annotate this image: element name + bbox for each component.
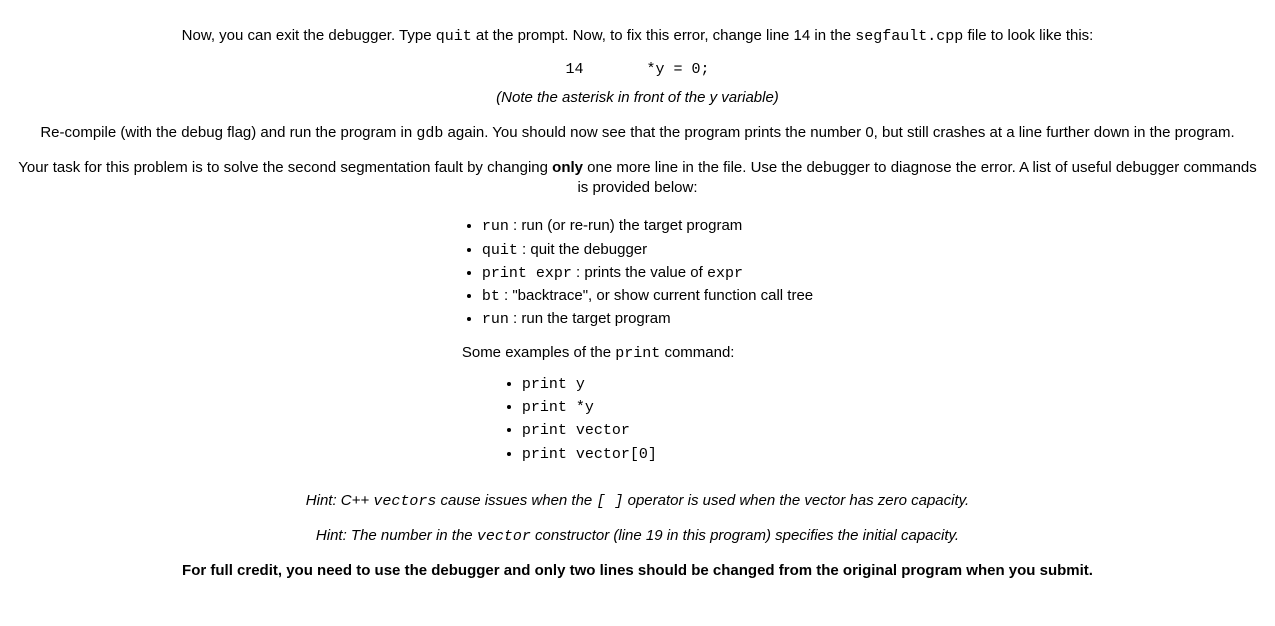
examples-caption: Some examples of the print command:	[462, 343, 813, 364]
text: constructor (line 19 in this program) sp…	[531, 527, 959, 544]
intro-paragraph: Now, you can exit the debugger. Type qui…	[16, 26, 1259, 47]
cmd-code-expr: expr	[707, 265, 743, 282]
list-item: quit : quit the debugger	[482, 240, 813, 261]
code-vectors: vectors	[373, 493, 436, 510]
list-item: bt : "backtrace", or show current functi…	[482, 286, 813, 307]
credit-requirement: For full credit, you need to use the deb…	[16, 561, 1259, 581]
text: Some examples of the	[462, 344, 615, 361]
text: command:	[660, 344, 734, 361]
cmd-code: print expr	[482, 265, 572, 282]
example-code: print vector[0]	[522, 446, 657, 463]
hint-2: Hint: The number in the vector construct…	[16, 526, 1259, 547]
text: operator is used when the vector has zer…	[623, 492, 969, 509]
recompile-paragraph: Re-compile (with the debug flag) and run…	[16, 123, 1259, 144]
task-paragraph: Your task for this problem is to solve t…	[16, 158, 1259, 199]
list-item: run : run the target program	[482, 309, 813, 330]
code-print: print	[615, 345, 660, 362]
code-vector: vector	[477, 528, 531, 545]
commands-list-wrap: run : run (or re-run) the target program…	[462, 214, 813, 477]
text: at the prompt. Now, to fix this error, c…	[472, 27, 856, 44]
cmd-desc: : "backtrace", or show current function …	[500, 287, 813, 304]
example-code: print *y	[522, 399, 594, 416]
example-code: print vector	[522, 422, 630, 439]
examples-list: print y print *y print vector print vect…	[502, 374, 657, 465]
text: cause issues when the	[436, 492, 596, 509]
text: Now, you can exit the debugger. Type	[182, 27, 436, 44]
cmd-code: bt	[482, 288, 500, 305]
note-text: (Note the asterisk in front of the y var…	[496, 89, 779, 106]
text: file to look like this:	[963, 27, 1093, 44]
code-brackets: [ ]	[596, 493, 623, 510]
list-item: print vector	[522, 420, 657, 441]
cmd-desc: : run the target program	[509, 310, 671, 327]
cmd-desc: : quit the debugger	[518, 241, 647, 258]
example-code: print y	[522, 376, 585, 393]
list-item: run : run (or re-run) the target program	[482, 216, 813, 237]
text: one more line in the file. Use the debug…	[577, 159, 1256, 196]
cmd-code: run	[482, 311, 509, 328]
hint-1: Hint: C++ vectors cause issues when the …	[16, 491, 1259, 512]
list-item: print vector[0]	[522, 444, 657, 465]
cmd-code: run	[482, 218, 509, 235]
list-item: print y	[522, 374, 657, 395]
list-item: print *y	[522, 397, 657, 418]
text: Your task for this problem is to solve t…	[18, 159, 552, 176]
bold-only: only	[552, 159, 583, 176]
cmd-code: quit	[482, 242, 518, 259]
code-quit: quit	[436, 28, 472, 45]
commands-list: run : run (or re-run) the target program…	[462, 216, 813, 330]
text: Re-compile (with the debug flag) and run…	[40, 124, 416, 141]
code-filename: segfault.cpp	[855, 28, 963, 45]
code-gdb: gdb	[416, 125, 443, 142]
note-asterisk: (Note the asterisk in front of the y var…	[16, 88, 1259, 108]
text: Hint: The number in the	[316, 527, 477, 544]
list-item: print expr : prints the value of expr	[482, 263, 813, 284]
text: Hint: C++	[306, 492, 374, 509]
text: again. You should now see that the progr…	[443, 124, 1234, 141]
cmd-desc: : prints the value of	[572, 264, 707, 281]
code-line-14: 14 *y = 0;	[16, 61, 1259, 78]
cmd-desc: : run (or re-run) the target program	[509, 217, 742, 234]
